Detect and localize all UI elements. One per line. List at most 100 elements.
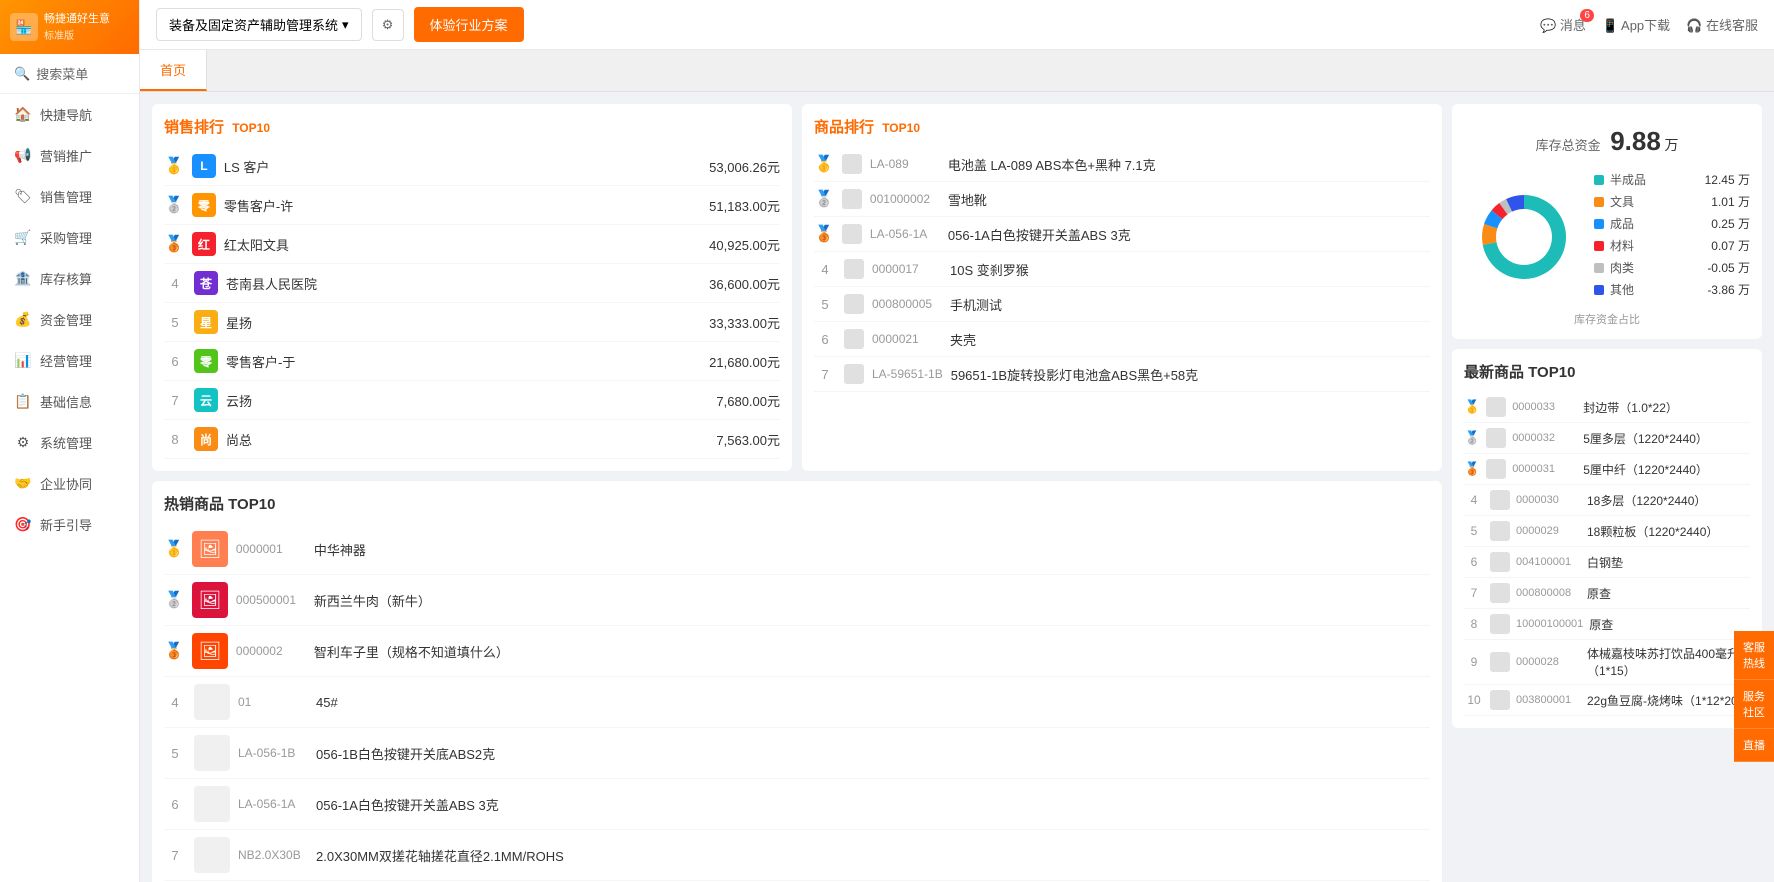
product-thumbnail — [1490, 552, 1510, 572]
product-name: 056-1B白色按键开关底ABS2克 — [316, 744, 1430, 763]
product-name: 中华神器 — [314, 540, 1430, 559]
rank-number: 4 — [164, 276, 186, 291]
rank-number: 8 — [1464, 617, 1484, 631]
sidebar-item-cooperation[interactable]: 🤝 企业协同 — [0, 463, 139, 504]
sales-rank-row: 🥈 零 零售客户-许 51,183.00元 — [164, 186, 780, 225]
medal-icon: 🥈 — [1464, 430, 1480, 446]
new-product-row: 4 0000030 18多层（1220*2440） — [1464, 485, 1750, 516]
nav-label: 资金管理 — [40, 310, 92, 329]
product-name: 5厘中纤（1220*2440） — [1583, 461, 1750, 478]
product-name: 59651-1B旋转投影灯电池盒ABS黑色+58克 — [951, 365, 1430, 384]
product-image: 🖼 — [192, 633, 228, 669]
sales-rank-row: 🥉 红 红太阳文具 40,925.00元 — [164, 225, 780, 264]
inventory-caption: 库存资金占比 — [1464, 311, 1750, 327]
sidebar-item-guide[interactable]: 🎯 新手引导 — [0, 504, 139, 545]
legend-color-dot — [1594, 197, 1604, 207]
product-thumbnail — [1490, 690, 1510, 710]
settings-button[interactable]: ⚙ — [372, 9, 404, 41]
product-image — [194, 735, 230, 771]
product-code: LA-056-1A — [870, 227, 940, 241]
sidebar-item-finance[interactable]: 💰 资金管理 — [0, 299, 139, 340]
app-download-label: App下载 — [1621, 18, 1670, 33]
customer-amount: 7,680.00元 — [716, 391, 780, 410]
experience-button[interactable]: 体验行业方案 — [414, 7, 524, 42]
sidebar-item-operations[interactable]: 📊 经营管理 — [0, 340, 139, 381]
inventory-icon: 🏦 — [14, 270, 32, 288]
customer-name: 云扬 — [226, 391, 708, 410]
customer-avatar: 苍 — [194, 271, 218, 295]
message-section[interactable]: 💬 消息 6 — [1540, 15, 1586, 34]
sales-rank-row: 7 云 云扬 7,680.00元 — [164, 381, 780, 420]
float-service-btn[interactable]: 直播 — [1734, 729, 1774, 762]
sales-ranking-card: 销售排行 TOP10 🥇 L LS 客户 53,006.26元 🥈 零 零售客户… — [152, 104, 792, 471]
medal-icon: 🥇 — [814, 154, 834, 174]
float-service-btn[interactable]: 客服热线 — [1734, 631, 1774, 680]
medal-icon: 🥈 — [164, 195, 184, 215]
message-icon: 💬 — [1540, 18, 1556, 33]
new-product-row: 7 000800008 原查 — [1464, 578, 1750, 609]
nav-label: 销售管理 — [40, 187, 92, 206]
system-dropdown[interactable]: 装备及固定资产辅助管理系统 ▾ — [156, 8, 362, 41]
system-title: 装备及固定资产辅助管理系统 — [169, 15, 338, 34]
product-code: 001000002 — [870, 192, 940, 206]
product-code: 0000001 — [236, 542, 306, 556]
product-name: 雪地靴 — [948, 190, 1430, 209]
legend-category: 半成品 — [1610, 171, 1699, 188]
product-code: LA-056-1B — [238, 746, 308, 760]
rank-number: 4 — [1464, 493, 1484, 507]
customer-avatar: L — [192, 154, 216, 178]
product-name: 056-1A白色按键开关盖ABS 3克 — [316, 795, 1430, 814]
medal-icon: 🥇 — [164, 156, 184, 176]
customer-avatar: 云 — [194, 388, 218, 412]
phone-icon: 📱 — [1602, 18, 1618, 33]
sidebar-item-base[interactable]: 📋 基础信息 — [0, 381, 139, 422]
product-thumbnail — [1490, 521, 1510, 541]
customer-name: LS 客户 — [224, 157, 701, 176]
sidebar-item-sales[interactable]: 🏷 销售管理 — [0, 176, 139, 217]
legend-category: 成品 — [1610, 215, 1705, 232]
legend-color-dot — [1594, 285, 1604, 295]
hot-product-row: 4 01 45# — [164, 677, 1430, 728]
sidebar-item-quick-nav[interactable]: 🏠 快捷导航 — [0, 94, 139, 135]
product-name: 原查 — [1589, 616, 1750, 633]
tab-home[interactable]: 首页 — [140, 50, 207, 91]
legend-item: 成品 0.25 万 — [1594, 215, 1750, 232]
product-code: 01 — [238, 695, 308, 709]
product-code: 0000030 — [1516, 494, 1581, 506]
sidebar-item-inventory[interactable]: 🏦 库存核算 — [0, 258, 139, 299]
product-name: 手机测试 — [950, 295, 1430, 314]
finance-icon: 💰 — [14, 311, 32, 329]
online-service-label: 在线客服 — [1706, 18, 1758, 33]
new-product-row: 🥇 0000033 封边带（1.0*22） — [1464, 392, 1750, 423]
product-name: 夹壳 — [950, 330, 1430, 349]
hot-products-list: 🥇 🖼 0000001 中华神器 🥈 🖼 000500001 新西兰牛肉（新牛）… — [164, 524, 1430, 882]
online-service[interactable]: 🎧 在线客服 — [1686, 15, 1758, 34]
product-code: 0000032 — [1512, 432, 1577, 444]
legend-color-dot — [1594, 241, 1604, 251]
tabbar: 首页 — [140, 50, 1774, 92]
app-version: 标准版 — [44, 27, 110, 42]
product-ranking-table: 🥇 LA-089 电池盖 LA-089 ABS本色+黑种 7.1克 🥈 0010… — [814, 147, 1430, 392]
product-code: 003800001 — [1516, 694, 1581, 706]
inventory-card: 库存总资金 9.88 万 半成品 12.45 万 文具 1.01 万 成品 0.… — [1452, 104, 1762, 339]
search-menu-item[interactable]: 🔍 搜索菜单 — [0, 54, 139, 94]
sidebar-item-marketing[interactable]: 📢 营销推广 — [0, 135, 139, 176]
sidebar-item-purchase[interactable]: 🛒 采购管理 — [0, 217, 139, 258]
product-thumbnail — [844, 294, 864, 314]
sidebar-item-system[interactable]: ⚙ 系统管理 — [0, 422, 139, 463]
product-code: 000500001 — [236, 593, 306, 607]
message-badge: 6 — [1580, 9, 1594, 22]
topbar-right: 💬 消息 6 📱 App下载 🎧 在线客服 — [1540, 15, 1758, 34]
legend-value: 0.25 万 — [1711, 215, 1750, 232]
new-product-row: 9 0000028 体械嘉枝味苏打饮品400毫升（1*15） — [1464, 640, 1750, 685]
float-service-btn[interactable]: 服务社区 — [1734, 680, 1774, 729]
legend-value: 1.01 万 — [1711, 193, 1750, 210]
nav-label: 基础信息 — [40, 392, 92, 411]
sales-rank-row: 5 星 星扬 33,333.00元 — [164, 303, 780, 342]
legend-category: 其他 — [1610, 281, 1701, 298]
app-download[interactable]: 📱 App下载 — [1602, 15, 1670, 34]
logo-icon: 🏪 — [10, 13, 38, 41]
content-area: 销售排行 TOP10 🥇 L LS 客户 53,006.26元 🥈 零 零售客户… — [140, 92, 1774, 882]
base-icon: 📋 — [14, 393, 32, 411]
rank-number: 6 — [1464, 555, 1484, 569]
